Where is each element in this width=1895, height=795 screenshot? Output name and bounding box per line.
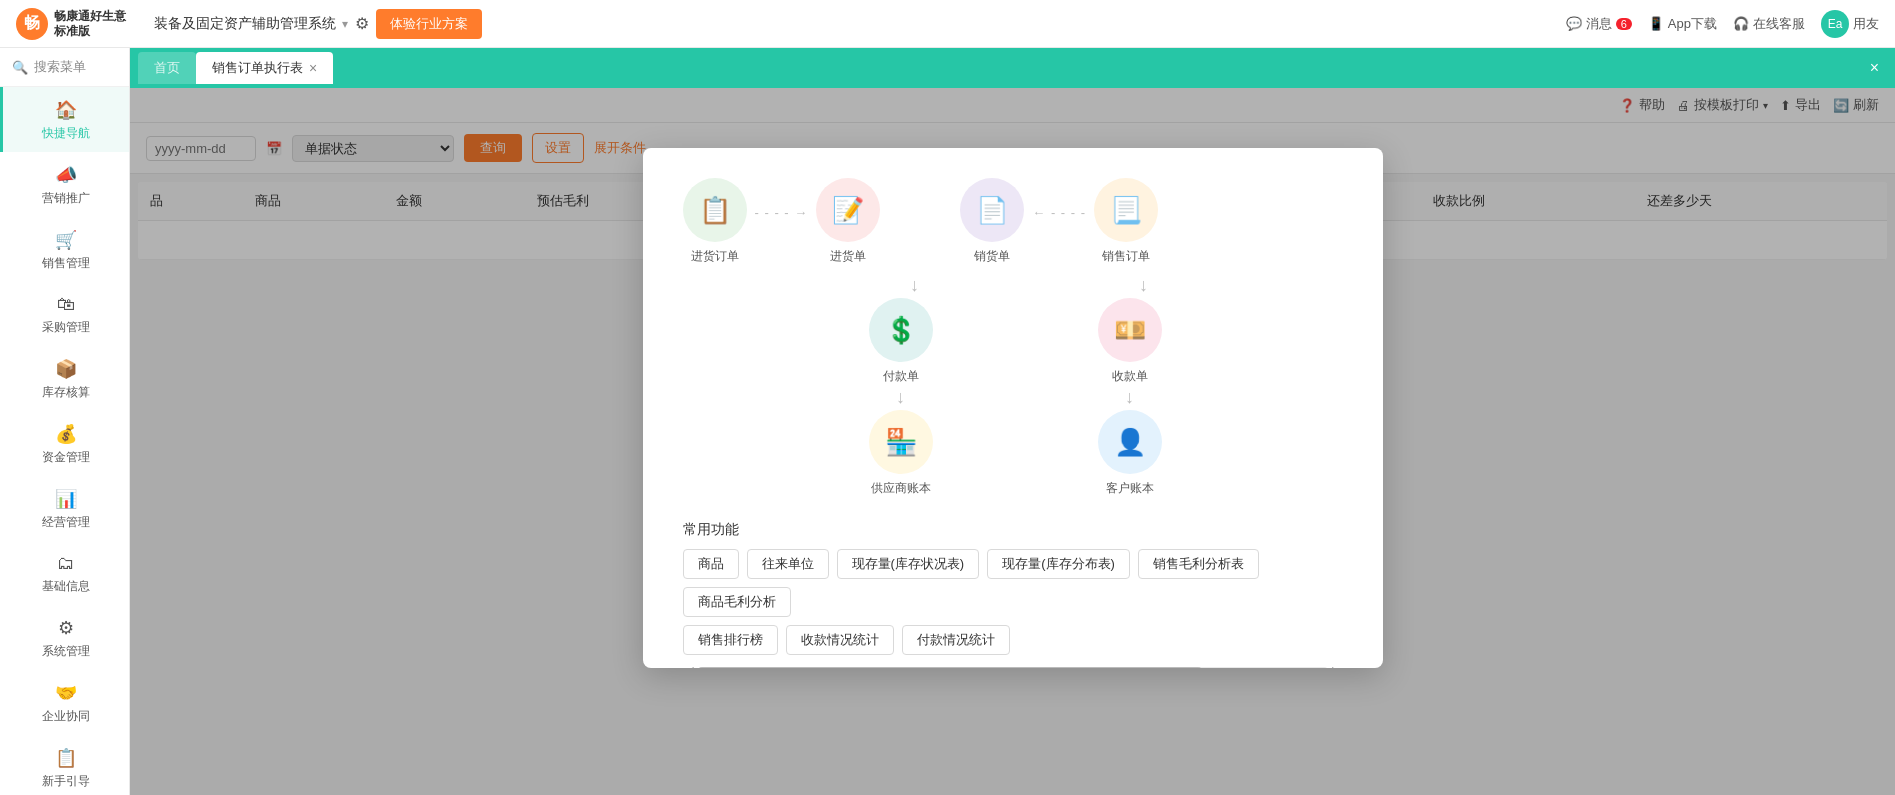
sidebar-item-inventory[interactable]: 📦 库存核算 (0, 346, 129, 411)
collab-icon: 🤝 (55, 682, 77, 704)
func-button[interactable]: 现存量(库存状况表) (837, 549, 980, 579)
arrow-left-1: ← - - - - (1024, 205, 1094, 220)
online-service-action[interactable]: 🎧 在线客服 (1733, 15, 1805, 33)
func-buttons-row2: 销售排行榜收款情况统计付款情况统计 (683, 625, 1343, 655)
sidebar-item-label: 快捷导航 (42, 125, 90, 142)
message-icon: 💬 (1566, 16, 1582, 31)
avatar: Ea (1821, 10, 1849, 38)
logo-area: 畅 畅康通好生意 标准版 (16, 8, 146, 40)
common-functions-section: 常用功能 商品往来单位现存量(库存状况表)现存量(库存分布表)销售毛利分析表商品… (683, 521, 1343, 655)
message-badge: 6 (1616, 18, 1632, 30)
flow-node-payment[interactable]: 💲 付款单 (869, 298, 933, 385)
scroll-right-button[interactable]: ▶ (1332, 663, 1343, 668)
scrollbar-thumb[interactable] (698, 667, 1202, 668)
sidebar-item-basic[interactable]: 🗂 基础信息 (0, 541, 129, 605)
sidebar-item-purchase[interactable]: 🛍 采购管理 (0, 282, 129, 346)
search-icon: 🔍 (12, 60, 28, 75)
sidebar-item-label: 基础信息 (42, 578, 90, 595)
flow-node-sales-bill[interactable]: 📄 销货单 (960, 178, 1024, 265)
down-arrow-2: ↓ (1112, 275, 1176, 296)
flow-node-purchase-order[interactable]: 📋 进货订单 (683, 178, 747, 265)
func-button[interactable]: 往来单位 (747, 549, 829, 579)
scroll-left-button[interactable]: ◀ (683, 663, 694, 668)
sidebar-item-label: 经营管理 (42, 514, 90, 531)
headset-icon: 🎧 (1733, 16, 1749, 31)
sidebar-item-label: 销售管理 (42, 255, 90, 272)
purchase-icon: 🛍 (57, 294, 75, 315)
message-action[interactable]: 💬 消息 6 (1566, 15, 1632, 33)
func-buttons-row1: 商品往来单位现存量(库存状况表)现存量(库存分布表) 销售毛利分析表商品毛利分析 (683, 549, 1343, 617)
basic-icon: 🗂 (57, 553, 75, 574)
system-name: 装备及固定资产辅助管理系统 (154, 15, 336, 33)
sidebar-item-collab[interactable]: 🤝 企业协同 (0, 670, 129, 735)
sidebar-item-system[interactable]: ⚙ 系统管理 (0, 605, 129, 670)
tab-home[interactable]: 首页 (138, 52, 196, 84)
sidebar-item-newbie[interactable]: 📋 新手引导 (0, 735, 129, 795)
func-button[interactable]: 收款情况统计 (786, 625, 894, 655)
down-arrow-1: ↓ (883, 275, 947, 296)
arrow-right-1: - - - - → (747, 205, 817, 220)
sidebar-item-label: 企业协同 (42, 708, 90, 725)
app-download-action[interactable]: 📱 App下载 (1648, 15, 1717, 33)
logo-icon: 畅 (16, 8, 48, 40)
sidebar-item-label: 营销推广 (42, 190, 90, 207)
tab-bar-close-icon[interactable]: × (1862, 55, 1887, 81)
sidebar-item-quick-nav[interactable]: 🏠 快捷导航 (0, 87, 129, 152)
common-functions-title: 常用功能 (683, 521, 1343, 539)
func-button[interactable]: 商品毛利分析 (683, 587, 791, 617)
tab-sales-order[interactable]: 销售订单执行表 × (196, 52, 333, 84)
func-button[interactable]: 付款情况统计 (902, 625, 1010, 655)
inventory-icon: 📦 (55, 358, 77, 380)
sidebar-item-finance[interactable]: 💰 资金管理 (0, 411, 129, 476)
sidebar-item-label: 新手引导 (42, 773, 90, 790)
finance-icon: 💰 (55, 423, 77, 445)
marketing-icon: 📣 (55, 164, 77, 186)
down-arrow-3: ↓ (869, 387, 933, 408)
sidebar-item-label: 采购管理 (42, 319, 90, 336)
scrollbar-area: ◀ ▶ (683, 663, 1343, 668)
user-action[interactable]: Ea 用友 (1821, 10, 1879, 38)
operation-icon: 📊 (55, 488, 77, 510)
func-button[interactable]: 销售毛利分析表 (1138, 549, 1259, 579)
flow-diagram: 📋 进货订单 - - - - → 📝 进货单 (683, 178, 1343, 497)
flow-node-supplier-ledger[interactable]: 🏪 供应商账本 (869, 410, 933, 497)
sidebar-item-label: 系统管理 (42, 643, 90, 660)
tab-close-icon[interactable]: × (309, 60, 317, 76)
sidebar-item-operation[interactable]: 📊 经营管理 (0, 476, 129, 541)
gear-button[interactable]: ⚙ (348, 10, 376, 38)
sidebar-item-sales[interactable]: 🛒 销售管理 (0, 217, 129, 282)
system-icon: ⚙ (58, 617, 74, 639)
modal-overlay: 📋 进货订单 - - - - → 📝 进货单 (130, 88, 1895, 795)
down-arrow-4: ↓ (1098, 387, 1162, 408)
scrollbar-track[interactable] (698, 667, 1328, 668)
quick-nav-icon: 🏠 (55, 99, 77, 121)
func-button[interactable]: 现存量(库存分布表) (987, 549, 1130, 579)
newbie-icon: 📋 (55, 747, 77, 769)
flow-node-purchase-bill[interactable]: 📝 进货单 (816, 178, 880, 265)
flow-node-customer-ledger[interactable]: 👤 客户账本 (1098, 410, 1162, 497)
sidebar-item-marketing[interactable]: 📣 营销推广 (0, 152, 129, 217)
sales-icon: 🛒 (55, 229, 77, 251)
modal-box: 📋 进货订单 - - - - → 📝 进货单 (643, 148, 1383, 668)
logo-text: 畅康通好生意 标准版 (54, 9, 126, 38)
phone-icon: 📱 (1648, 16, 1664, 31)
experience-button[interactable]: 体验行业方案 (376, 9, 482, 39)
func-button[interactable]: 销售排行榜 (683, 625, 778, 655)
func-button[interactable]: 商品 (683, 549, 739, 579)
flow-node-sales-order[interactable]: 📃 销售订单 (1094, 178, 1158, 265)
sidebar-item-label: 资金管理 (42, 449, 90, 466)
search-menu[interactable]: 🔍 搜索菜单 (0, 48, 129, 87)
flow-node-receipt[interactable]: 💴 收款单 (1098, 298, 1162, 385)
sidebar-item-label: 库存核算 (42, 384, 90, 401)
